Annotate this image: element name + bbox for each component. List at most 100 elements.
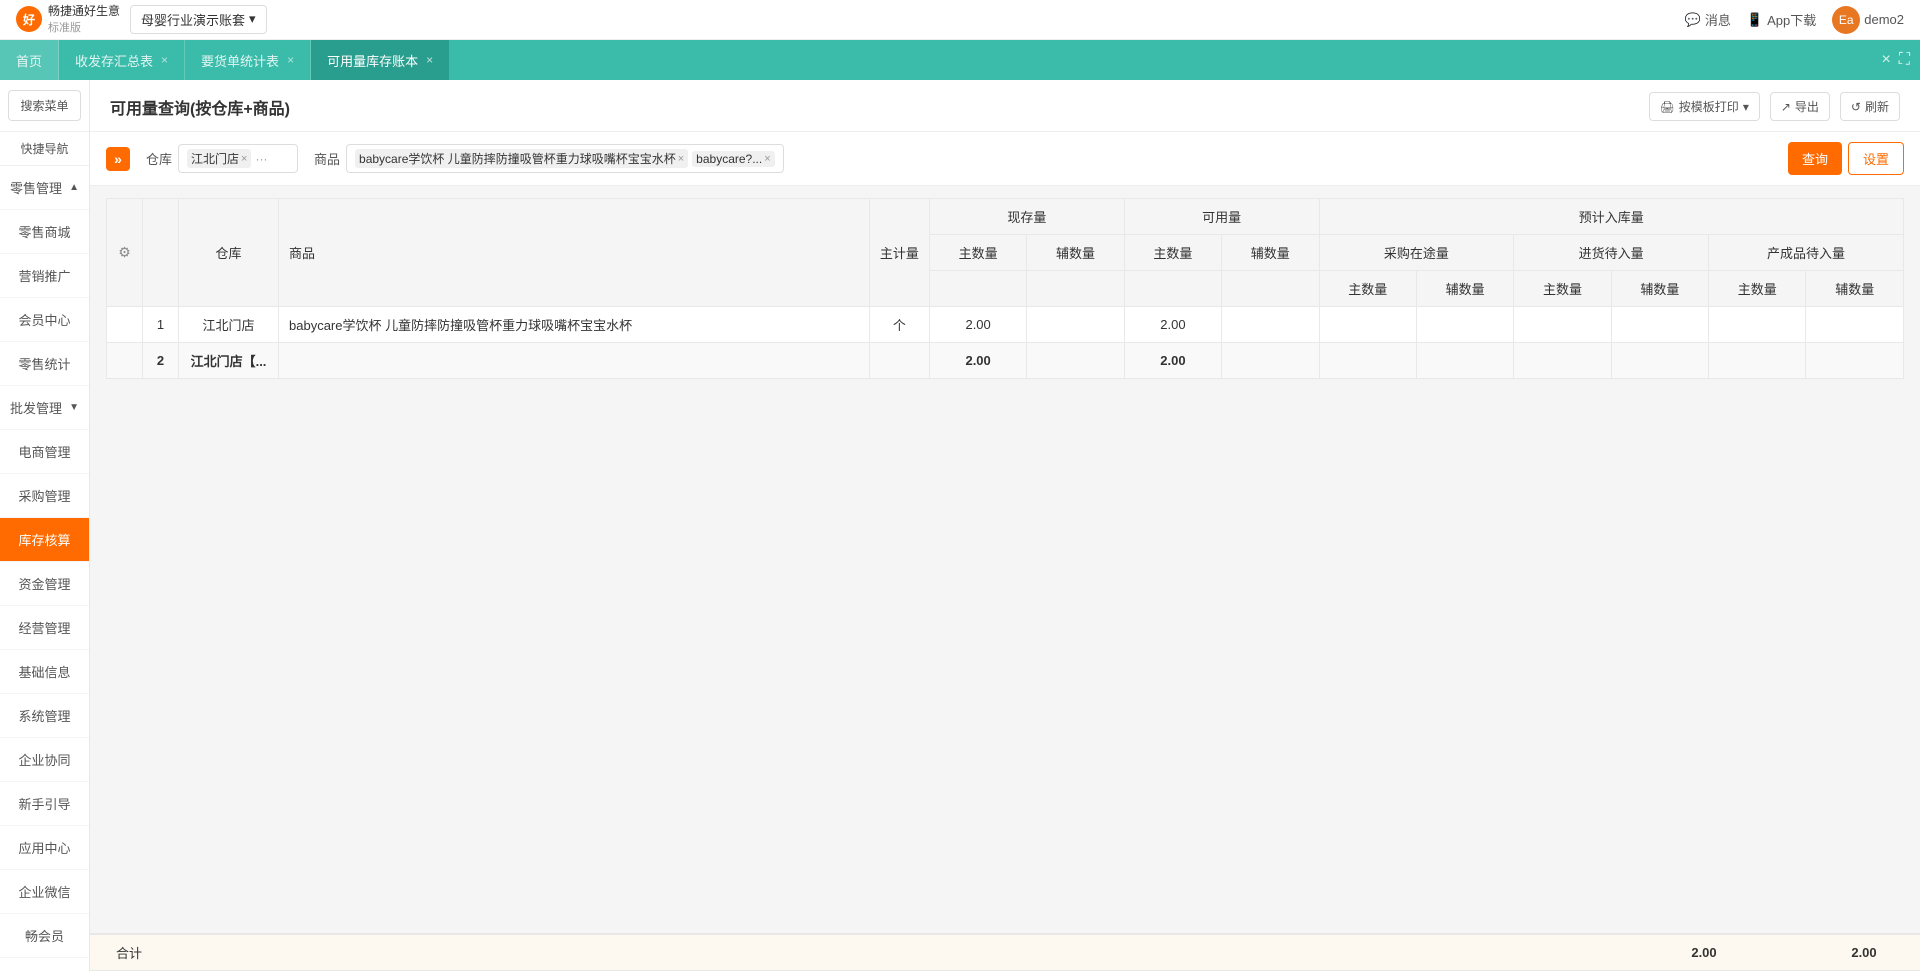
sidebar-item-ecommerce-mgmt[interactable]: 电商管理 (0, 430, 89, 474)
warehouse-filter-tags[interactable]: 江北门店 × ··· (178, 144, 298, 173)
cell-po-main-1 (1319, 307, 1416, 343)
cell-available-main-2: 2.00 (1124, 343, 1221, 379)
sidebar-item-purchase-mgmt[interactable]: 采购管理 (0, 474, 89, 518)
tab-home[interactable]: 首页 (0, 40, 59, 80)
logo-icon: 好 (16, 6, 42, 32)
product-filter-tags[interactable]: babycare学饮杯 儿童防摔防撞吸管杯重力球吸嘴杯宝宝水杯 × babyca… (346, 144, 784, 173)
cell-pp-main-1 (1709, 307, 1806, 343)
cell-unit-2 (869, 343, 929, 379)
tab-available-stock[interactable]: 可用量库存账本 × (311, 40, 450, 80)
wholesale-mgmt-label: 批发管理 (10, 398, 62, 417)
filter-expand-btn[interactable]: » (106, 147, 130, 171)
page-title: 可用量查询(按仓库+商品) (110, 95, 290, 119)
cell-gear (107, 307, 143, 343)
sidebar-quick-nav[interactable]: 快捷导航 (0, 132, 89, 166)
sidebar: 搜索菜单 快捷导航 零售管理 ▲ 零售商城 营销推广 会员中心 零售统计 批发管… (0, 80, 90, 971)
avatar: Ea (1832, 6, 1860, 34)
tab-receive-send[interactable]: 收发存汇总表 × (59, 40, 185, 80)
th-po-main: 主数量 (1319, 271, 1416, 307)
filter-area: » 仓库 江北门店 × ··· 商品 b (90, 132, 1920, 186)
export-label: 导出 (1795, 98, 1819, 115)
basic-info-label: 基础信息 (18, 662, 70, 681)
tab-requisition[interactable]: 要货单统计表 × (185, 40, 311, 80)
export-icon: ↗ (1781, 100, 1791, 114)
sidebar-item-operation-mgmt[interactable]: 经营管理 (0, 606, 89, 650)
sidebar-item-enterprise-collab[interactable]: 企业协同 (0, 738, 89, 782)
app-download-btn[interactable]: 📱 App下载 (1747, 10, 1816, 29)
member-center-label: 会员中心 (18, 310, 70, 329)
th-ip-main: 主数量 (1514, 271, 1611, 307)
th-forecast-group: 预计入库量 (1319, 199, 1904, 235)
warehouse-filter-more: ··· (255, 152, 267, 166)
sidebar-item-retail-stats[interactable]: 零售统计 (0, 342, 89, 386)
print-btn[interactable]: 🖨 按模板打印 ▾ (1649, 92, 1760, 121)
sidebar-item-new-guide[interactable]: 新手引导 (0, 782, 89, 826)
sidebar-item-wholesale-mgmt[interactable]: 批发管理 ▼ (0, 386, 89, 430)
th-av-main2 (1124, 271, 1221, 307)
sidebar-item-app-center[interactable]: 应用中心 (0, 826, 89, 870)
tab-close-receive-send[interactable]: × (161, 53, 168, 67)
cell-warehouse-1: 江北门店 (179, 307, 279, 343)
sidebar-search-area: 搜索菜单 (0, 80, 89, 132)
enterprise-collab-label: 企业协同 (18, 750, 70, 769)
cell-current-main-1: 2.00 (929, 307, 1026, 343)
page-actions: 🖨 按模板打印 ▾ ↗ 导出 ↺ 刷新 (1649, 92, 1900, 121)
tab-bar: 首页 收发存汇总表 × 要货单统计表 × 可用量库存账本 × × ⛶ (0, 40, 1920, 80)
user-profile[interactable]: Ea demo2 (1832, 6, 1904, 34)
sidebar-item-retail-mgmt[interactable]: 零售管理 ▲ (0, 166, 89, 210)
footer-values: 2.00 2.00 (142, 945, 1904, 960)
sidebar-item-retail-mall[interactable]: 零售商城 (0, 210, 89, 254)
cell-seq-1: 1 (143, 307, 179, 343)
message-btn[interactable]: 💬 消息 (1685, 10, 1731, 29)
search-menu-btn[interactable]: 搜索菜单 (8, 90, 81, 121)
footer-current-main: 2.00 (1664, 945, 1744, 960)
logo-text-block: 畅捷通好生意 标准版 (48, 4, 120, 34)
filter-group-product: 商品 babycare学饮杯 儿童防摔防撞吸管杯重力球吸嘴杯宝宝水杯 × bab… (314, 144, 784, 173)
th-seq (143, 199, 179, 307)
sidebar-item-basic-info[interactable]: 基础信息 (0, 650, 89, 694)
product-tag-1-close[interactable]: × (678, 153, 684, 165)
purchase-mgmt-label: 采购管理 (18, 486, 70, 505)
operation-mgmt-label: 经营管理 (18, 618, 70, 637)
logo-sub: 标准版 (48, 19, 120, 35)
th-pp-main: 主数量 (1709, 271, 1806, 307)
industry-selector[interactable]: 母婴行业演示账套 ▾ (130, 5, 267, 34)
cell-po-main-2 (1319, 343, 1416, 379)
cell-gear-2 (107, 343, 143, 379)
sidebar-item-member[interactable]: 畅会员 (0, 914, 89, 958)
cell-ip-main-2 (1514, 343, 1611, 379)
filter-actions: 查询 设置 (1788, 142, 1904, 175)
print-label: 按模板打印 (1679, 98, 1739, 115)
gear-icon[interactable]: ⚙ (118, 244, 131, 260)
th-available-main: 主数量 (1124, 235, 1221, 271)
cell-pp-main-2 (1709, 343, 1806, 379)
marketing-label: 营销推广 (18, 266, 70, 285)
th-product-pending-group: 产成品待入量 (1709, 235, 1904, 271)
inventory-check-label: 库存核算 (18, 530, 70, 549)
sidebar-item-marketing[interactable]: 营销推广 (0, 254, 89, 298)
tab-close-requisition[interactable]: × (287, 53, 294, 67)
refresh-label: 刷新 (1865, 98, 1889, 115)
cell-po-aux-1 (1416, 307, 1513, 343)
refresh-btn[interactable]: ↺ 刷新 (1840, 92, 1900, 121)
retail-mgmt-label: 零售管理 (10, 178, 62, 197)
settings-btn[interactable]: 设置 (1848, 142, 1904, 175)
product-tag-2-close[interactable]: × (764, 153, 770, 165)
finance-mgmt-label: 资金管理 (18, 574, 70, 593)
available-stock-label: 可用量库存账本 (327, 51, 418, 70)
tab-close-icon[interactable]: × (1881, 51, 1890, 69)
tab-close-available-stock[interactable]: × (426, 53, 433, 67)
product-tag-1: babycare学饮杯 儿童防摔防撞吸管杯重力球吸嘴杯宝宝水杯 × (355, 149, 688, 168)
sidebar-item-finance-mgmt[interactable]: 资金管理 (0, 562, 89, 606)
export-btn[interactable]: ↗ 导出 (1770, 92, 1830, 121)
warehouse-tag-close[interactable]: × (241, 153, 247, 165)
sidebar-item-member-center[interactable]: 会员中心 (0, 298, 89, 342)
query-btn[interactable]: 查询 (1788, 142, 1842, 175)
sidebar-item-inventory-check[interactable]: 库存核算 (0, 518, 89, 562)
sidebar-item-system-mgmt[interactable]: 系统管理 (0, 694, 89, 738)
tab-fullscreen-icon[interactable]: ⛶ (1899, 51, 1910, 69)
sidebar-item-enterprise-wechat[interactable]: 企业微信 (0, 870, 89, 914)
print-icon: 🖨 (1660, 100, 1675, 114)
th-product: 商品 (279, 199, 870, 307)
th-settings[interactable]: ⚙ (107, 199, 143, 307)
